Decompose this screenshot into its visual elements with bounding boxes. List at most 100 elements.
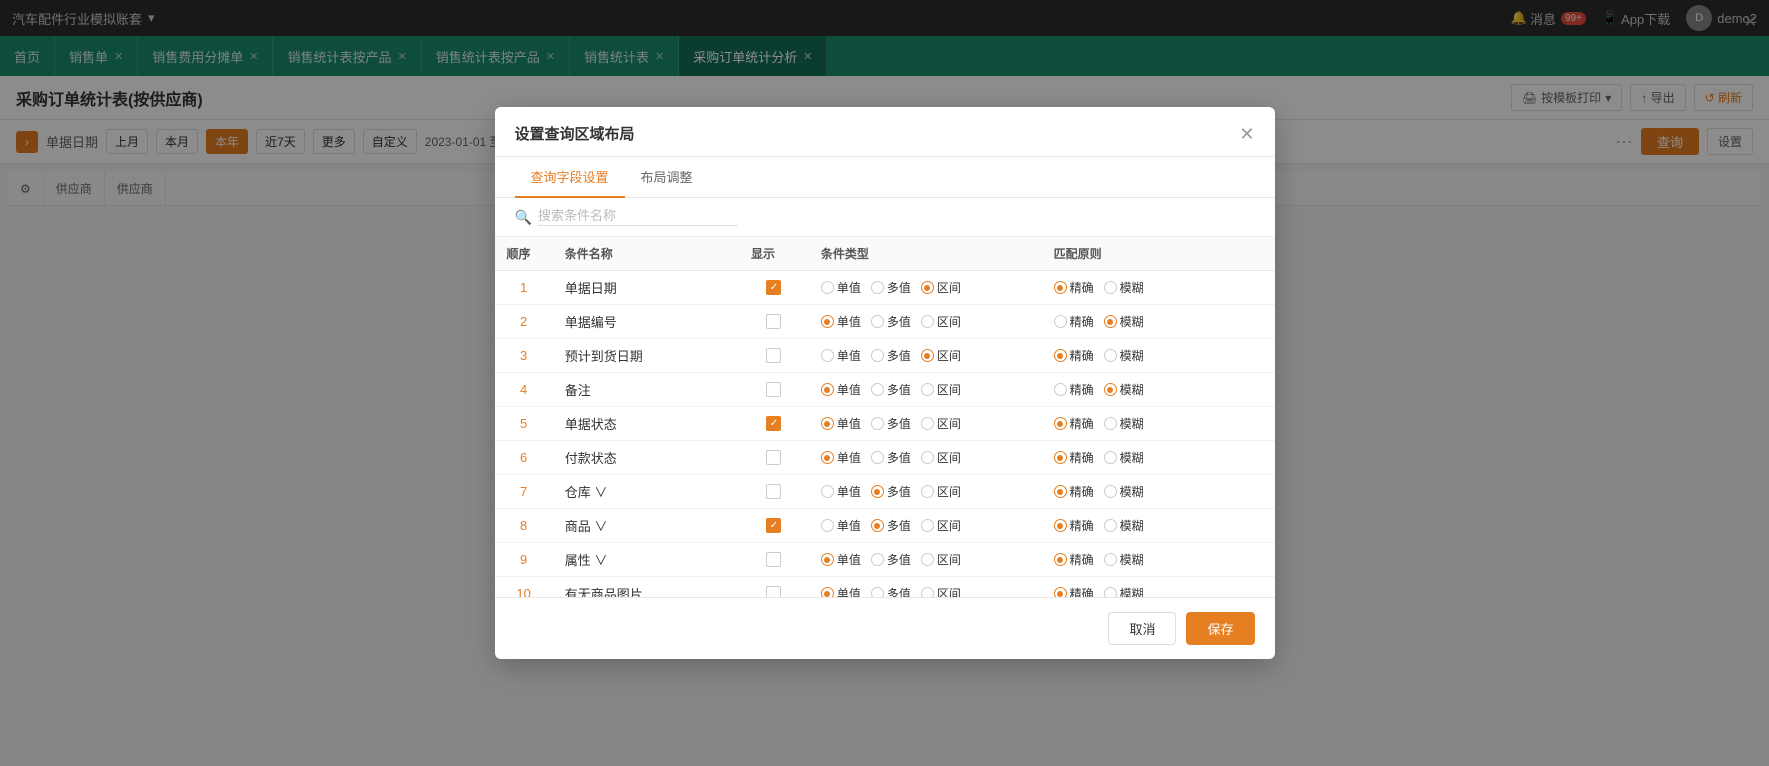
checkbox[interactable] — [766, 552, 781, 567]
row-condition-name: 有无商品图片 — [553, 577, 739, 598]
radio-match-option[interactable]: 精确 — [1054, 483, 1094, 500]
row-display-checkbox[interactable] — [739, 441, 809, 475]
checkbox[interactable] — [766, 280, 781, 295]
radio-type-option[interactable]: 多值 — [871, 551, 911, 568]
radio-match-option[interactable]: 精确 — [1054, 517, 1094, 534]
radio-match-option[interactable]: 模糊 — [1104, 415, 1144, 432]
radio-dot — [871, 587, 884, 597]
radio-type-option[interactable]: 单值 — [821, 347, 861, 364]
radio-dot — [921, 485, 934, 498]
radio-type-option[interactable]: 单值 — [821, 381, 861, 398]
table-row: 7仓库 ∨单值多值区间精确模糊 — [495, 475, 1275, 509]
radio-type-option[interactable]: 区间 — [921, 551, 961, 568]
th-condition-name: 条件名称 — [553, 237, 739, 271]
dialog-close-button[interactable]: ✕ — [1239, 125, 1254, 143]
row-display-checkbox[interactable] — [739, 373, 809, 407]
radio-type-option[interactable]: 单值 — [821, 415, 861, 432]
radio-match-option[interactable]: 模糊 — [1104, 517, 1144, 534]
checkbox[interactable] — [766, 314, 781, 329]
radio-dot — [871, 417, 884, 430]
radio-match-option[interactable]: 精确 — [1054, 347, 1094, 364]
tab-field-settings[interactable]: 查询字段设置 — [515, 157, 625, 198]
dialog-search-icon: 🔍 — [515, 209, 532, 226]
radio-match-option[interactable]: 模糊 — [1104, 585, 1144, 597]
radio-type-option[interactable]: 多值 — [871, 313, 911, 330]
radio-dot — [1104, 383, 1117, 396]
radio-type-option[interactable]: 多值 — [871, 279, 911, 296]
radio-match-option[interactable]: 模糊 — [1104, 279, 1144, 296]
row-order: 4 — [495, 373, 553, 407]
radio-match-option[interactable]: 模糊 — [1104, 449, 1144, 466]
radio-match-option[interactable]: 模糊 — [1104, 347, 1144, 364]
radio-type-option[interactable]: 区间 — [921, 415, 961, 432]
radio-dot — [1054, 519, 1067, 532]
table-row: 6付款状态单值多值区间精确模糊 — [495, 441, 1275, 475]
radio-type-option[interactable]: 区间 — [921, 585, 961, 597]
radio-match-option[interactable]: 精确 — [1054, 381, 1094, 398]
row-display-checkbox[interactable] — [739, 509, 809, 543]
radio-match-option[interactable]: 模糊 — [1104, 551, 1144, 568]
radio-match-option[interactable]: 精确 — [1054, 415, 1094, 432]
table-row: 8商品 ∨单值多值区间精确模糊 — [495, 509, 1275, 543]
radio-type-option[interactable]: 单值 — [821, 483, 861, 500]
radio-type-option[interactable]: 单值 — [821, 517, 861, 534]
radio-match-option[interactable]: 精确 — [1054, 313, 1094, 330]
row-display-checkbox[interactable] — [739, 339, 809, 373]
radio-type-option[interactable]: 区间 — [921, 347, 961, 364]
row-order: 3 — [495, 339, 553, 373]
cancel-button[interactable]: 取消 — [1108, 612, 1176, 645]
th-display: 显示 — [739, 237, 809, 271]
radio-type-option[interactable]: 多值 — [871, 517, 911, 534]
row-display-checkbox[interactable] — [739, 407, 809, 441]
radio-type-option[interactable]: 多值 — [871, 347, 911, 364]
radio-match-option[interactable]: 模糊 — [1104, 313, 1144, 330]
checkbox[interactable] — [766, 382, 781, 397]
checkbox[interactable] — [766, 416, 781, 431]
row-display-checkbox[interactable] — [739, 271, 809, 305]
row-display-checkbox[interactable] — [739, 305, 809, 339]
radio-match-option[interactable]: 模糊 — [1104, 381, 1144, 398]
checkbox[interactable] — [766, 450, 781, 465]
row-order: 10 — [495, 577, 553, 598]
radio-type-option[interactable]: 多值 — [871, 483, 911, 500]
radio-type-option[interactable]: 多值 — [871, 381, 911, 398]
radio-dot — [821, 553, 834, 566]
radio-type-option[interactable]: 区间 — [921, 279, 961, 296]
radio-match-option[interactable]: 精确 — [1054, 551, 1094, 568]
radio-match-option[interactable]: 精确 — [1054, 585, 1094, 597]
radio-type-option[interactable]: 单值 — [821, 449, 861, 466]
radio-match-option[interactable]: 精确 — [1054, 449, 1094, 466]
radio-dot — [821, 587, 834, 597]
dialog-search-input[interactable] — [538, 208, 738, 226]
radio-type-option[interactable]: 区间 — [921, 517, 961, 534]
row-display-checkbox[interactable] — [739, 577, 809, 598]
radio-type-option[interactable]: 单值 — [821, 313, 861, 330]
radio-type-option[interactable]: 多值 — [871, 449, 911, 466]
radio-type-option[interactable]: 区间 — [921, 381, 961, 398]
row-condition-name: 属性 ∨ — [553, 543, 739, 577]
checkbox[interactable] — [766, 484, 781, 499]
radio-type-option[interactable]: 区间 — [921, 313, 961, 330]
radio-type-option[interactable]: 单值 — [821, 585, 861, 597]
checkbox[interactable] — [766, 518, 781, 533]
radio-type-option[interactable]: 单值 — [821, 279, 861, 296]
checkbox[interactable] — [766, 348, 781, 363]
checkbox[interactable] — [766, 586, 781, 597]
radio-dot — [821, 281, 834, 294]
dialog-table: 顺序 条件名称 显示 条件类型 匹配原则 1单据日期单值多值区间精确模糊2单据编… — [495, 237, 1275, 597]
radio-type-option[interactable]: 多值 — [871, 415, 911, 432]
radio-dot — [1054, 417, 1067, 430]
row-display-checkbox[interactable] — [739, 475, 809, 509]
radio-match-option[interactable]: 模糊 — [1104, 483, 1144, 500]
radio-type-option[interactable]: 区间 — [921, 449, 961, 466]
radio-type-option[interactable]: 单值 — [821, 551, 861, 568]
radio-type-option[interactable]: 多值 — [871, 585, 911, 597]
row-display-checkbox[interactable] — [739, 543, 809, 577]
dialog-table-header-row: 顺序 条件名称 显示 条件类型 匹配原则 — [495, 237, 1275, 271]
save-button[interactable]: 保存 — [1186, 612, 1254, 645]
radio-dot — [1104, 553, 1117, 566]
tab-layout-adjust[interactable]: 布局调整 — [625, 157, 709, 198]
radio-type-option[interactable]: 区间 — [921, 483, 961, 500]
row-order: 5 — [495, 407, 553, 441]
radio-match-option[interactable]: 精确 — [1054, 279, 1094, 296]
